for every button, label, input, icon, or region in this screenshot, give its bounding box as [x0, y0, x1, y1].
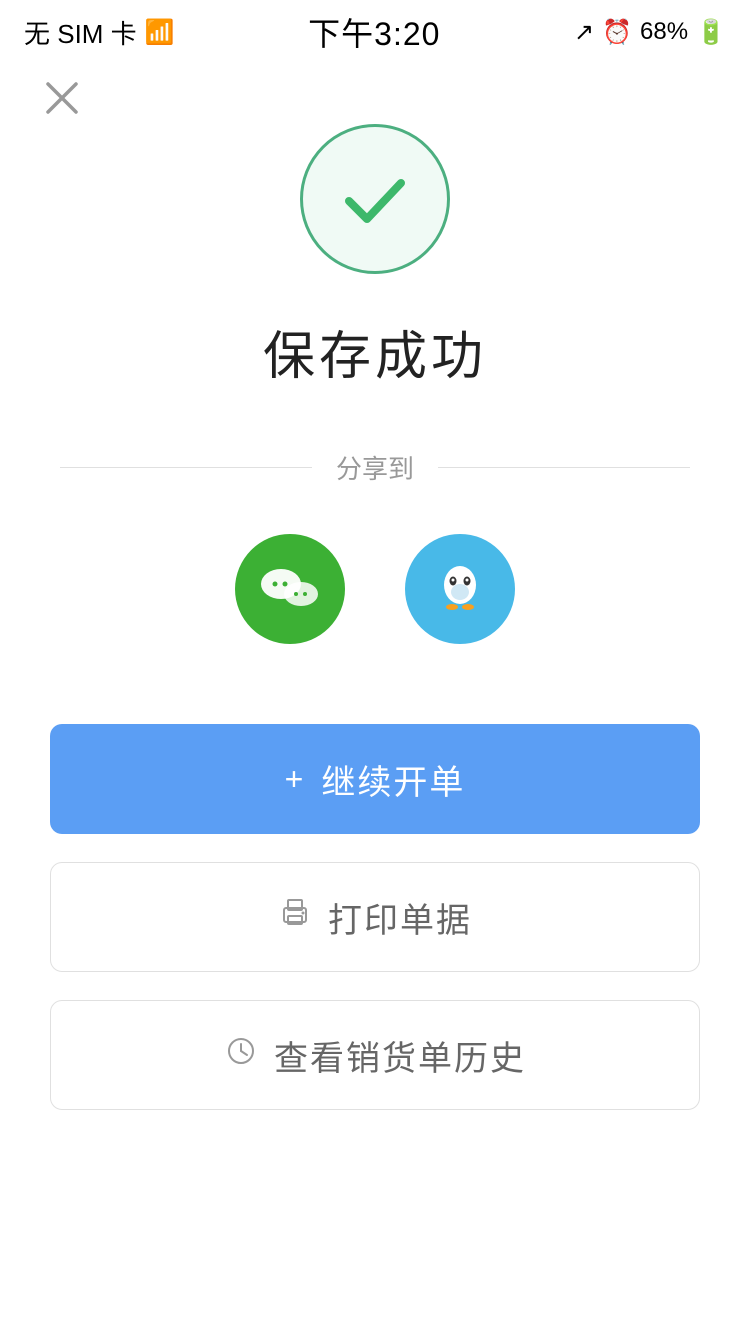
share-label: 分享到 — [312, 449, 438, 486]
no-sim-text: 无 SIM 卡 — [24, 14, 137, 51]
share-divider: 分享到 — [0, 449, 750, 486]
print-button[interactable]: 打印单据 — [50, 862, 700, 972]
divider-line-left — [60, 467, 312, 468]
action-buttons: + 继续开单 打印单据 查看销货单历史 — [0, 724, 750, 1110]
alarm-icon: ⏰ — [602, 18, 632, 47]
success-icon-circle — [300, 124, 450, 274]
status-right: ↗ ⏰ 68% 🔋 — [574, 18, 726, 47]
print-icon — [278, 896, 312, 938]
location-icon: ↗ — [574, 18, 594, 47]
history-button[interactable]: 查看销货单历史 — [50, 1000, 700, 1110]
continue-order-button[interactable]: + 继续开单 — [50, 724, 700, 834]
qq-icon — [428, 557, 492, 621]
close-button[interactable] — [36, 72, 88, 124]
share-qq-button[interactable] — [405, 534, 515, 644]
continue-order-label: 继续开单 — [321, 755, 465, 804]
status-time: 下午3:20 — [308, 9, 440, 55]
status-bar: 无 SIM 卡 📶 下午3:20 ↗ ⏰ 68% 🔋 — [0, 0, 750, 64]
wechat-icon — [255, 554, 325, 624]
battery-icon: 🔋 — [696, 18, 726, 47]
plus-icon: + — [285, 761, 306, 798]
status-left: 无 SIM 卡 📶 — [24, 14, 175, 51]
printer-icon-svg — [278, 896, 312, 930]
main-content: 保存成功 分享到 — [0, 64, 750, 1110]
wifi-icon: 📶 — [145, 18, 175, 47]
success-title: 保存成功 — [263, 314, 487, 389]
share-row — [235, 534, 515, 644]
battery-text: 68% — [640, 18, 688, 46]
checkmark-icon — [335, 159, 415, 239]
close-icon — [44, 80, 80, 116]
history-label: 查看销货单历史 — [274, 1031, 526, 1080]
share-wechat-button[interactable] — [235, 534, 345, 644]
history-icon — [224, 1034, 258, 1076]
print-label: 打印单据 — [328, 893, 472, 942]
divider-line-right — [438, 467, 690, 468]
clock-icon-svg — [224, 1034, 258, 1068]
